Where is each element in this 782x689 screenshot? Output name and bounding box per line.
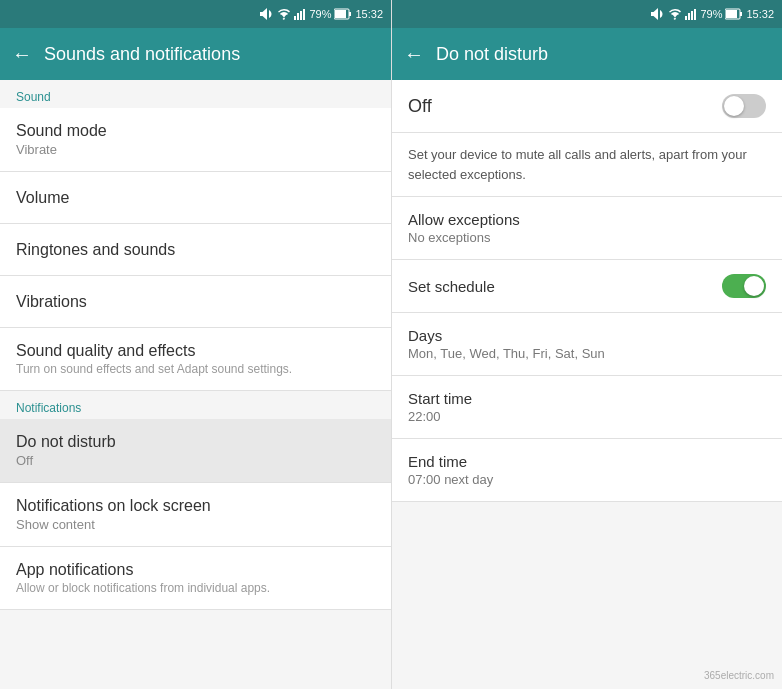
- right-status-bar: 79% 15:32: [392, 0, 782, 28]
- end-time-subtitle: 07:00 next day: [408, 472, 493, 487]
- svg-rect-5: [349, 12, 351, 16]
- do-not-disturb-subtitle: Off: [16, 453, 375, 468]
- right-back-button[interactable]: ←: [404, 43, 424, 66]
- svg-rect-6: [335, 10, 346, 18]
- app-notifications-title: App notifications: [16, 561, 375, 579]
- lock-screen-notifications-title: Notifications on lock screen: [16, 497, 375, 515]
- app-notifications-item[interactable]: App notifications Allow or block notific…: [0, 547, 391, 610]
- right-content: Off Set your device to mute all calls an…: [392, 80, 782, 689]
- start-time-row[interactable]: Start time 22:00: [392, 376, 782, 439]
- end-time-title: End time: [408, 453, 467, 470]
- svg-rect-1: [297, 13, 299, 20]
- start-time-title: Start time: [408, 390, 472, 407]
- notifications-section-header: Notifications: [0, 391, 391, 419]
- allow-exceptions-title: Allow exceptions: [408, 211, 520, 228]
- set-schedule-row[interactable]: Set schedule: [392, 260, 782, 313]
- app-notifications-subtitle: Allow or block notifications from indivi…: [16, 581, 375, 595]
- ringtones-item[interactable]: Ringtones and sounds: [0, 224, 391, 276]
- sound-quality-item[interactable]: Sound quality and effects Turn on sound …: [0, 328, 391, 391]
- days-title: Days: [408, 327, 442, 344]
- left-panel: 79% 15:32 ← Sounds and notifications Sou…: [0, 0, 391, 689]
- left-back-button[interactable]: ←: [12, 43, 32, 66]
- svg-rect-12: [740, 12, 742, 16]
- right-wifi-icon: [668, 8, 682, 20]
- svg-rect-9: [691, 11, 693, 20]
- right-status-icons: 79% 15:32: [651, 8, 774, 20]
- left-header-title: Sounds and notifications: [44, 44, 240, 65]
- left-header: ← Sounds and notifications: [0, 28, 391, 80]
- vibrations-title: Vibrations: [16, 293, 375, 311]
- svg-rect-13: [726, 10, 737, 18]
- svg-rect-3: [303, 9, 305, 20]
- left-status-bar: 79% 15:32: [0, 0, 391, 28]
- allow-exceptions-subtitle: No exceptions: [408, 230, 490, 245]
- svg-rect-10: [694, 9, 696, 20]
- right-panel: 79% 15:32 ← Do not disturb Off Set your …: [391, 0, 782, 689]
- left-battery-text: 79%: [309, 8, 331, 20]
- set-schedule-title: Set schedule: [408, 278, 495, 295]
- description-text: Set your device to mute all calls and al…: [392, 133, 782, 197]
- right-battery-icon: [725, 8, 743, 20]
- days-row[interactable]: Days Mon, Tue, Wed, Thu, Fri, Sat, Sun: [392, 313, 782, 376]
- sound-mode-item[interactable]: Sound mode Vibrate: [0, 108, 391, 172]
- svg-rect-2: [300, 11, 302, 20]
- off-toggle[interactable]: [722, 94, 766, 118]
- end-time-row[interactable]: End time 07:00 next day: [392, 439, 782, 502]
- set-schedule-toggle[interactable]: [722, 274, 766, 298]
- sound-quality-subtitle: Turn on sound effects and set Adapt soun…: [16, 362, 375, 376]
- wifi-icon: [277, 8, 291, 20]
- start-time-subtitle: 22:00: [408, 409, 441, 424]
- mute-icon: [260, 8, 274, 20]
- left-status-icons: 79% 15:32: [260, 8, 383, 20]
- lock-screen-notifications-item[interactable]: Notifications on lock screen Show conten…: [0, 483, 391, 547]
- watermark: 365electric.com: [704, 665, 774, 683]
- volume-title: Volume: [16, 189, 375, 207]
- battery-icon: [334, 8, 352, 20]
- signal-icon: [294, 8, 306, 20]
- svg-rect-7: [685, 16, 687, 20]
- off-label: Off: [408, 96, 432, 117]
- lock-screen-notifications-subtitle: Show content: [16, 517, 375, 532]
- right-battery-text: 79%: [700, 8, 722, 20]
- svg-rect-0: [294, 16, 296, 20]
- vibrations-item[interactable]: Vibrations: [0, 276, 391, 328]
- right-mute-icon: [651, 8, 665, 20]
- volume-item[interactable]: Volume: [0, 172, 391, 224]
- allow-exceptions-row[interactable]: Allow exceptions No exceptions: [392, 197, 782, 260]
- sound-quality-title: Sound quality and effects: [16, 342, 375, 360]
- right-header-title: Do not disturb: [436, 44, 548, 65]
- sound-section-header: Sound: [0, 80, 391, 108]
- svg-rect-8: [688, 13, 690, 20]
- right-signal-icon: [685, 8, 697, 20]
- ringtones-title: Ringtones and sounds: [16, 241, 375, 259]
- left-content: Sound Sound mode Vibrate Volume Ringtone…: [0, 80, 391, 689]
- right-time: 15:32: [746, 8, 774, 20]
- right-header: ← Do not disturb: [392, 28, 782, 80]
- left-time: 15:32: [355, 8, 383, 20]
- do-not-disturb-item[interactable]: Do not disturb Off: [0, 419, 391, 483]
- days-subtitle: Mon, Tue, Wed, Thu, Fri, Sat, Sun: [408, 346, 605, 361]
- sound-mode-subtitle: Vibrate: [16, 142, 375, 157]
- sound-mode-title: Sound mode: [16, 122, 375, 140]
- off-toggle-row[interactable]: Off: [392, 80, 782, 133]
- do-not-disturb-title: Do not disturb: [16, 433, 375, 451]
